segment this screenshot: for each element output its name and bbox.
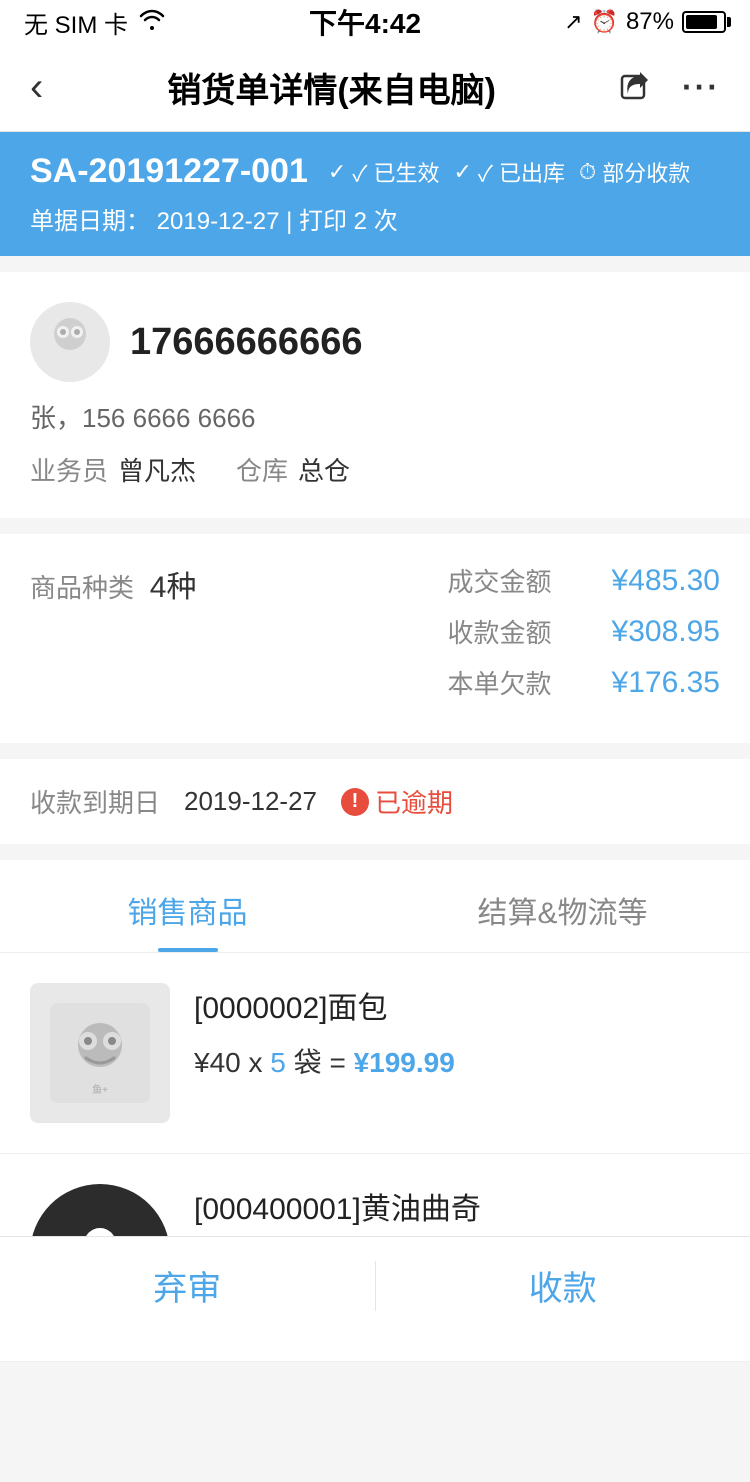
order-date-value: 2019-12-27 xyxy=(157,208,280,235)
deal-label: 成交金额 xyxy=(448,562,552,599)
status-right: ↗ ⏰ 87% xyxy=(564,8,726,36)
summary-right: 成交金额 ¥485.30 收款金额 ¥308.95 本单欠款 ¥176.35 xyxy=(448,562,720,715)
staff-row: 业务员 曾凡杰 仓库 总仓 xyxy=(30,451,720,488)
debt-row: 本单欠款 ¥176.35 xyxy=(448,664,720,701)
badge-effective: ✓ ✓ 已生效 xyxy=(328,156,440,188)
abandon-review-button[interactable]: 弃审 xyxy=(0,1261,375,1310)
status-bar: 无 SIM 卡 下午4:42 ↗ ⏰ 87% xyxy=(0,0,750,44)
customer-phone: 17666666666 xyxy=(130,321,362,364)
status-time: 下午4:42 xyxy=(309,2,421,42)
product-price-1: ¥40 x 5 袋 = ¥199.99 xyxy=(194,1041,720,1081)
wifi-icon xyxy=(138,8,166,37)
staff-label: 业务员 xyxy=(30,451,108,488)
debt-value: ¥176.35 xyxy=(612,666,720,700)
staff-item: 业务员 曾凡杰 xyxy=(30,451,196,488)
qty-1: 5 xyxy=(270,1047,286,1078)
total-1: ¥199.99 xyxy=(354,1047,455,1078)
bottom-bar: 弃审 收款 xyxy=(0,1236,750,1334)
badge-shipped: ✓ ✓ 已出库 xyxy=(453,156,565,188)
clock-icon: ⏱ xyxy=(579,159,596,185)
status-left: 无 SIM 卡 xyxy=(24,5,166,40)
receipt-label: 收款金额 xyxy=(448,613,552,650)
order-id: SA-20191227-001 xyxy=(30,152,308,191)
battery-icon xyxy=(682,11,726,33)
overdue-text: 已逾期 xyxy=(375,783,453,820)
check-icon-1: ✓ xyxy=(328,159,346,185)
warehouse-label: 仓库 xyxy=(236,451,288,488)
alarm-icon: ⏰ xyxy=(591,9,618,35)
badge-partial: ⏱ 部分收款 xyxy=(579,156,690,188)
deal-row: 成交金额 ¥485.30 xyxy=(448,562,720,599)
summary-section: 商品种类 4种 成交金额 ¥485.30 收款金额 ¥308.95 本单欠款 ¥… xyxy=(0,534,750,743)
debt-label: 本单欠款 xyxy=(448,664,552,701)
tab-settlement[interactable]: 结算&物流等 xyxy=(375,860,750,952)
order-date-label: 单据日期： xyxy=(30,208,150,235)
order-print-info: | 打印 2 次 xyxy=(286,208,398,235)
order-sub-info: 单据日期： 2019-12-27 | 打印 2 次 xyxy=(30,201,720,236)
receipt-row: 收款金额 ¥308.95 xyxy=(448,613,720,650)
customer-name: 张，156 6666 6666 xyxy=(30,398,720,435)
collect-payment-button[interactable]: 收款 xyxy=(376,1261,750,1310)
order-header-banner: SA-20191227-001 ✓ ✓ 已生效 ✓ ✓ 已出库 ⏱ 部分收款 单… xyxy=(0,132,750,256)
unit-1: 袋 xyxy=(294,1047,322,1078)
kind-label: 商品种类 xyxy=(30,573,134,603)
location-icon: ↗ xyxy=(564,9,582,35)
page-title: 销货单详情(来自电脑) xyxy=(167,63,496,112)
summary-left: 商品种类 4种 xyxy=(30,562,196,606)
product-info-1: [0000002]面包 ¥40 x 5 袋 = ¥199.99 xyxy=(194,983,720,1081)
due-date-value: 2019-12-27 xyxy=(184,786,317,817)
customer-section: 17666666666 张，156 6666 6666 业务员 曾凡杰 仓库 总… xyxy=(0,272,750,518)
product-name-2: [000400001]黄油曲奇 xyxy=(194,1184,720,1228)
battery-label: 87% xyxy=(626,8,674,36)
order-status-badges: ✓ ✓ 已生效 ✓ ✓ 已出库 ⏱ 部分收款 xyxy=(328,156,690,188)
price-base-1: ¥40 xyxy=(194,1047,241,1078)
overdue-badge: ! 已逾期 xyxy=(341,783,453,820)
receipt-value: ¥308.95 xyxy=(612,615,720,649)
deal-value: ¥485.30 xyxy=(612,564,720,598)
due-label: 收款到期日 xyxy=(30,783,160,820)
back-button[interactable]: ‹ xyxy=(30,65,43,110)
tab-sales-products[interactable]: 销售商品 xyxy=(0,860,375,952)
share-icon[interactable] xyxy=(620,68,652,108)
avatar xyxy=(30,302,110,382)
svg-text:鱼+: 鱼+ xyxy=(92,1083,108,1096)
check-icon-2: ✓ xyxy=(453,159,471,185)
product-name-1: [0000002]面包 xyxy=(194,983,720,1027)
product-thumbnail-1: 鱼+ xyxy=(30,983,170,1123)
nav-bar: ‹ 销货单详情(来自电脑) ··· xyxy=(0,44,750,132)
warehouse-item: 仓库 总仓 xyxy=(236,451,350,488)
due-date-section: 收款到期日 2019-12-27 ! 已逾期 xyxy=(0,759,750,844)
staff-value: 曾凡杰 xyxy=(118,451,196,488)
nav-actions: ··· xyxy=(620,68,720,108)
more-icon[interactable]: ··· xyxy=(682,69,720,106)
list-item: 鱼+ [0000002]面包 ¥40 x 5 袋 = ¥199.99 xyxy=(0,953,750,1154)
warehouse-value: 总仓 xyxy=(298,451,350,488)
carrier-label: 无 SIM 卡 xyxy=(24,5,128,40)
kind-count: 4种 xyxy=(150,571,197,604)
overdue-icon: ! xyxy=(341,788,369,816)
tabs-row: 销售商品 结算&物流等 xyxy=(0,860,750,953)
